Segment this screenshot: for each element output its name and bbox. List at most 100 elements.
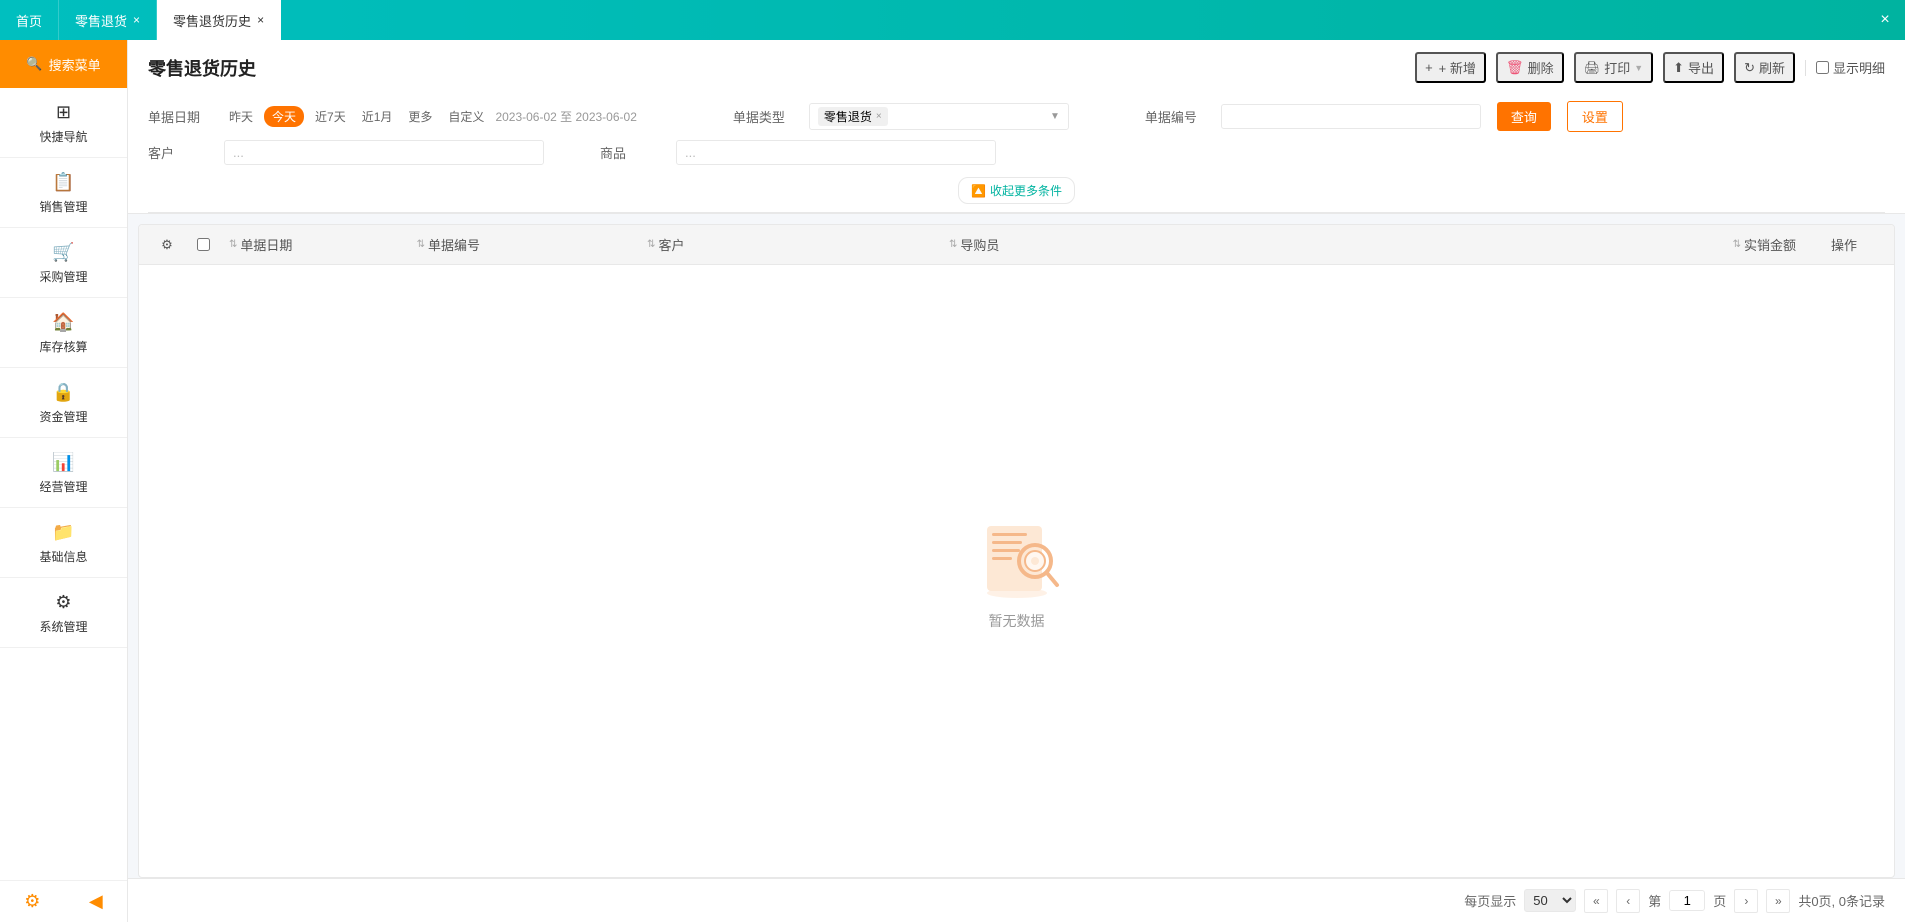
sidebar-settings-button[interactable]: ⚙ [24,891,40,912]
date-more-btn[interactable]: 更多 [403,106,437,127]
sidebar-item-operation[interactable]: 📊 经营管理 [0,438,127,508]
print-dropdown-icon: ▼ [1634,63,1643,73]
date-last7-btn[interactable]: 近7天 [310,106,351,127]
sidebar-item-finance[interactable]: 🔒 资金管理 [0,368,127,438]
add-icon: + [1425,60,1433,75]
sidebar-collapse-button[interactable]: ◀ [89,891,103,912]
collapse-filter-button[interactable]: 🔼 收起更多条件 [958,177,1075,204]
delete-button[interactable]: 🗑 删除 [1496,52,1564,83]
sidebar-item-sales[interactable]: 📋 销售管理 [0,158,127,228]
date-last1m-btn[interactable]: 近1月 [357,106,398,127]
collapse-up-icon: 🔼 [971,184,986,198]
table-settings-icon[interactable]: ⚙ [161,237,173,253]
export-icon: ⬆ [1673,60,1684,76]
bill-no-input[interactable] [1221,104,1481,129]
toolbar-divider [1805,60,1806,76]
billno-sort-icon[interactable]: ⇅ [417,239,425,250]
filter-row-1: 单据日期 昨天 今天 近7天 近1月 更多 自定义 2023-06-02 至 2… [148,101,1885,132]
sidebar: 🔍 搜索菜单 ⊞ 快捷导航 📋 销售管理 🛒 采购管理 🏠 库存核算 🔒 资金管… [0,40,128,922]
search-icon: 🔍 [26,56,42,72]
date-today-btn[interactable]: 今天 [264,106,304,127]
main-layout: 🔍 搜索菜单 ⊞ 快捷导航 📋 销售管理 🛒 采购管理 🏠 库存核算 🔒 资金管… [0,40,1905,922]
display-detail-input[interactable] [1816,61,1829,74]
sidebar-item-finance-label: 资金管理 [39,408,87,425]
total-label: 共0页, 0条记录 [1798,891,1885,910]
next-page-button[interactable]: › [1734,889,1758,913]
sidebar-search[interactable]: 🔍 搜索菜单 [0,40,127,88]
print-button[interactable]: 🖨 打印 ▼ [1574,52,1653,83]
finance-icon: 🔒 [52,380,76,404]
date-custom-btn[interactable]: 自定义 [443,106,489,127]
page-title: 零售退货历史 [148,55,256,81]
window-close-button[interactable]: × [1865,0,1905,40]
customer-sort-icon[interactable]: ⇅ [647,239,655,250]
page-number-input[interactable] [1669,890,1705,911]
topbar: 首页 零售退货 × 零售退货历史 × × [0,0,1905,40]
table-header-checkbox[interactable] [185,238,221,251]
sidebar-item-inventory-label: 库存核算 [39,338,87,355]
date-filter-label: 单据日期 [148,107,208,126]
system-icon: ⚙ [52,590,76,614]
basic-icon: 📁 [52,520,76,544]
first-page-button[interactable]: « [1584,889,1608,913]
table-header: ⚙ ⇅ 单据日期 ⇅ 单据编号 ⇅ 客户 ⇅ [139,225,1894,265]
tab-retail-return-close[interactable]: × [133,13,140,27]
export-button[interactable]: ⬆ 导出 [1663,52,1724,83]
prev-page-button[interactable]: ‹ [1616,889,1640,913]
table-header-billno: ⇅ 单据编号 [409,235,639,254]
sidebar-item-basic[interactable]: 📁 基础信息 [0,508,127,578]
date-sort-icon[interactable]: ⇅ [229,239,237,250]
tab-retail-return-history[interactable]: 零售退货历史 × [157,0,281,40]
sales-icon: 📋 [52,170,76,194]
display-detail-checkbox[interactable]: 显示明细 [1816,58,1885,77]
sidebar-item-system-label: 系统管理 [39,618,87,635]
refresh-button[interactable]: ↻ 刷新 [1734,52,1795,83]
filter-row-2: 客户 ... 商品 ... [148,140,1885,165]
sidebar-item-operation-label: 经营管理 [39,478,87,495]
table-header-operation: 操作 [1804,235,1884,254]
table-body: 暂无数据 [139,265,1894,877]
bill-type-tag-close[interactable]: × [876,111,882,122]
sidebar-item-system[interactable]: ⚙ 系统管理 [0,578,127,648]
goods-label: 商品 [600,143,660,162]
sidebar-item-basic-label: 基础信息 [39,548,87,565]
table-header-date: ⇅ 单据日期 [221,235,409,254]
filter-area: 单据日期 昨天 今天 近7天 近1月 更多 自定义 2023-06-02 至 2… [148,93,1885,213]
purchase-icon: 🛒 [52,240,76,264]
table-container: ⚙ ⇅ 单据日期 ⇅ 单据编号 ⇅ 客户 ⇅ [138,224,1895,878]
goods-input-ellipsis[interactable]: ... [685,145,987,160]
page-title-row: 零售退货历史 + + 新增 🗑 删除 🖨 打印 ▼ [148,52,1885,83]
sidebar-item-inventory[interactable]: 🏠 库存核算 [0,298,127,368]
table-select-all[interactable] [197,238,210,251]
refresh-icon: ↻ [1744,60,1755,76]
date-yesterday-btn[interactable]: 昨天 [224,106,258,127]
per-page-select[interactable]: 50 10 20 100 [1524,889,1576,912]
content-area: 零售退货历史 + + 新增 🗑 删除 🖨 打印 ▼ [128,40,1905,922]
table-header-settings[interactable]: ⚙ [149,237,185,253]
customer-input-ellipsis[interactable]: ... [233,145,535,160]
inventory-icon: 🏠 [52,310,76,334]
bill-type-tag: 零售退货 × [818,107,888,126]
empty-state-icon [967,511,1067,601]
amount-sort-icon[interactable]: ⇅ [1733,239,1741,250]
operation-icon: 📊 [52,450,76,474]
sidebar-item-purchase[interactable]: 🛒 采购管理 [0,228,127,298]
page-unit: 页 [1713,891,1726,910]
date-range-display: 2023-06-02 至 2023-06-02 [495,108,636,125]
filter-settings-button[interactable]: 设置 [1567,101,1623,132]
sidebar-item-sales-label: 销售管理 [39,198,87,215]
sidebar-item-quick-nav[interactable]: ⊞ 快捷导航 [0,88,127,158]
bill-type-selector[interactable]: 零售退货 × ▼ [809,103,1069,130]
tab-home[interactable]: 首页 [0,0,59,40]
bill-no-label: 单据编号 [1145,107,1205,126]
tab-retail-return-history-close[interactable]: × [257,13,264,27]
date-filter-group: 昨天 今天 近7天 近1月 更多 自定义 2023-06-02 至 2023-0… [224,106,637,127]
page-label: 第 [1648,891,1661,910]
tab-retail-return[interactable]: 零售退货 × [59,0,157,40]
add-button[interactable]: + + 新增 [1415,52,1486,83]
guide-sort-icon[interactable]: ⇅ [949,239,957,250]
query-button[interactable]: 查询 [1497,102,1551,131]
last-page-button[interactable]: » [1766,889,1790,913]
table-header-guide: ⇅ 导购员 [941,235,1171,254]
per-page-label: 每页显示 [1464,891,1516,910]
